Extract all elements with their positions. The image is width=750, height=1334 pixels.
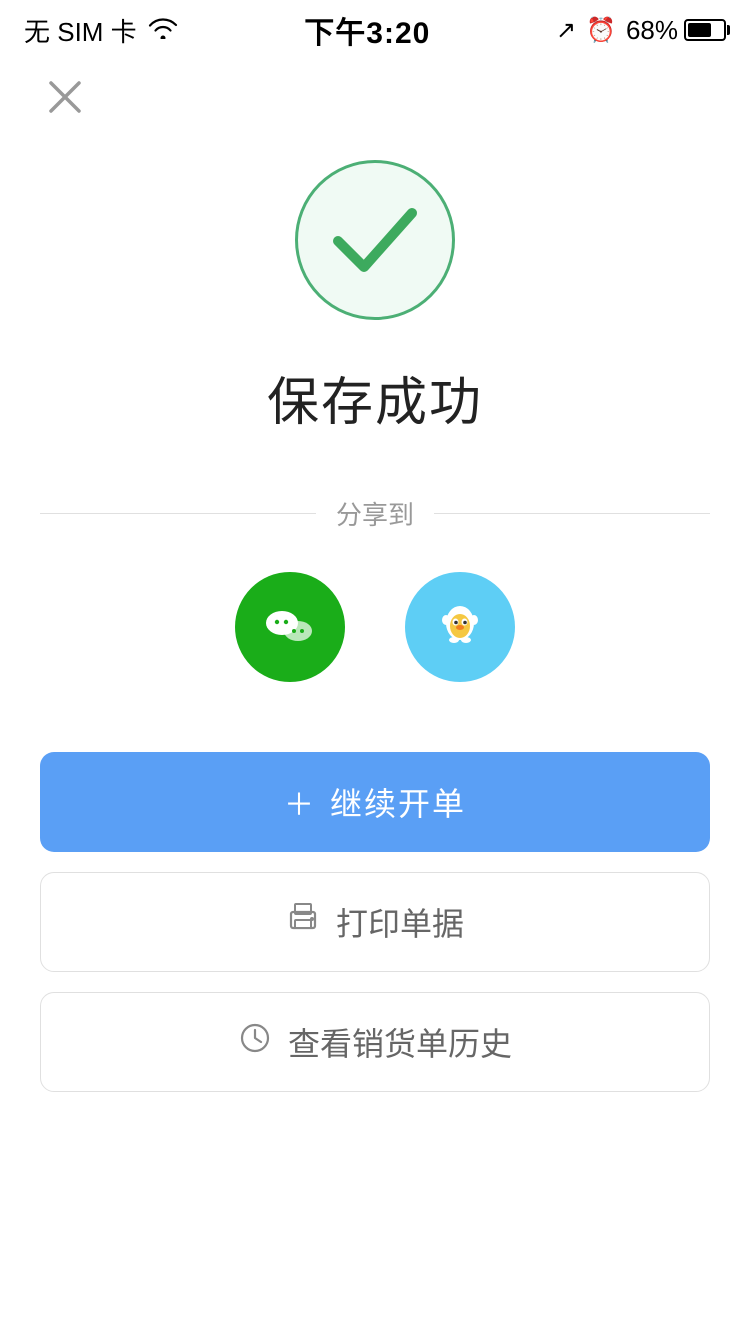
history-icon	[238, 1021, 272, 1063]
divider-right	[434, 513, 710, 514]
carrier-text: 无 SIM 卡	[24, 12, 137, 49]
continue-order-label: 继续开单	[330, 779, 466, 825]
qq-share-button[interactable]	[405, 572, 515, 682]
battery-icon	[684, 19, 726, 41]
checkmark-icon	[330, 203, 420, 278]
success-icon-circle	[295, 160, 455, 320]
continue-order-button[interactable]: ＋ 继续开单	[40, 752, 710, 852]
location-icon: ↗	[556, 16, 576, 45]
divider-left	[40, 513, 316, 514]
qq-icon	[429, 596, 491, 658]
status-bar: 无 SIM 卡 下午3:20 ↗ ⏰ 68%	[0, 0, 750, 60]
print-label: 打印单据	[336, 899, 464, 945]
history-label: 查看销货单历史	[288, 1019, 512, 1065]
share-divider: 分享到	[40, 495, 710, 532]
success-title: 保存成功	[267, 360, 483, 435]
print-button[interactable]: 打印单据	[40, 872, 710, 972]
wifi-icon	[147, 15, 179, 46]
battery-pct: 68%	[626, 15, 678, 46]
close-button[interactable]	[40, 72, 90, 122]
wechat-icon	[258, 595, 322, 659]
share-label: 分享到	[336, 495, 414, 532]
history-button[interactable]: 查看销货单历史	[40, 992, 710, 1092]
main-content: 保存成功 分享到	[0, 60, 750, 1092]
action-buttons: ＋ 继续开单 打印单据 查看销货单历史	[40, 752, 710, 1092]
battery-fill	[688, 23, 711, 37]
status-time: 下午3:20	[304, 8, 430, 52]
wechat-share-button[interactable]	[235, 572, 345, 682]
status-right: ↗ ⏰ 68%	[556, 15, 726, 46]
battery-block: 68%	[626, 15, 726, 46]
print-icon	[286, 902, 320, 942]
share-icons-row	[235, 572, 515, 682]
status-left: 无 SIM 卡	[24, 12, 179, 49]
plus-icon: ＋	[284, 780, 314, 824]
alarm-icon: ⏰	[586, 16, 616, 45]
